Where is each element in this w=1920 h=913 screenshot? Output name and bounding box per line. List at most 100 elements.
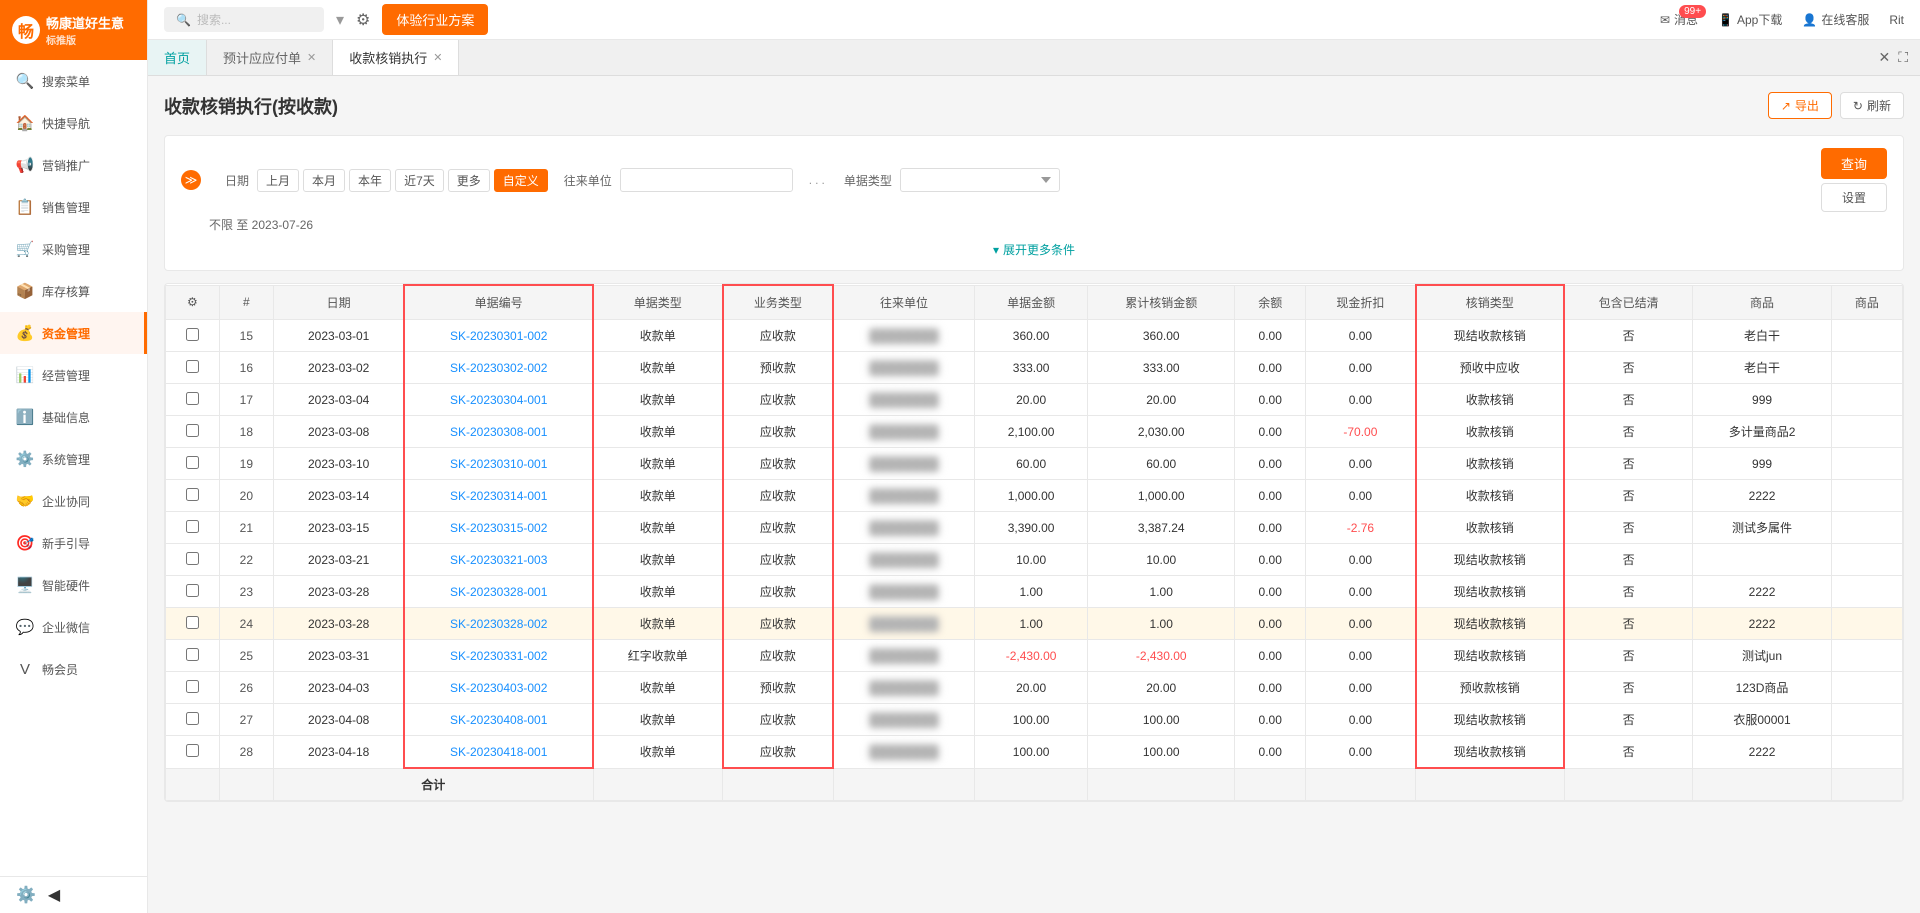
tab-collection-close[interactable]: ✕ xyxy=(433,51,442,64)
sidebar-item-wechat[interactable]: 💬 企业微信 xyxy=(0,606,147,648)
counterpart-label: 往来单位 xyxy=(564,172,612,189)
sidebar-item-search[interactable]: 🔍 搜索菜单 xyxy=(0,60,147,102)
voucher-no-link[interactable]: SK-20230310-001 xyxy=(450,457,547,471)
sidebar-item-marketing[interactable]: 📢 营销推广 xyxy=(0,144,147,186)
td-date: 2023-03-28 xyxy=(273,576,404,608)
td-amount: 20.00 xyxy=(974,384,1087,416)
date-btn-custom[interactable]: 自定义 xyxy=(494,169,548,192)
settings-gear-icon[interactable]: ⚙ xyxy=(187,295,198,309)
tab-home[interactable]: 首页 xyxy=(148,40,207,75)
td-checkbox[interactable] xyxy=(166,672,220,704)
voucher-no-link[interactable]: SK-20230403-002 xyxy=(450,681,547,695)
td-checkbox[interactable] xyxy=(166,640,220,672)
td-writeoff-type: 现结收款核销 xyxy=(1416,576,1564,608)
voucher-no-link[interactable]: SK-20230304-001 xyxy=(450,393,547,407)
voucher-no-link[interactable]: SK-20230302-002 xyxy=(450,361,547,375)
td-included: 否 xyxy=(1564,704,1693,736)
sidebar-label-operations: 经营管理 xyxy=(42,367,90,384)
filter-collapse-btn[interactable]: ≫ xyxy=(181,170,201,190)
th-date: 日期 xyxy=(273,285,404,320)
filter-counterpart: 往来单位 xyxy=(564,168,793,192)
td-checkbox[interactable] xyxy=(166,544,220,576)
voucher-no-link[interactable]: SK-20230308-001 xyxy=(450,425,547,439)
sidebar-item-operations[interactable]: 📊 经营管理 xyxy=(0,354,147,396)
td-checkbox[interactable] xyxy=(166,480,220,512)
app-download-btn[interactable]: 📱 App下载 xyxy=(1718,11,1782,28)
td-date: 2023-03-21 xyxy=(273,544,404,576)
dropdown-arrow[interactable]: ▾ xyxy=(336,10,344,30)
sidebar-item-enterprise[interactable]: 🤝 企业协同 xyxy=(0,480,147,522)
tab-bar: 首页 预计应应付单 ✕ 收款核销执行 ✕ ✕ ⛶ xyxy=(148,40,1920,76)
sidebar-item-finance[interactable]: 💰 资金管理 xyxy=(0,312,147,354)
th-settings[interactable]: ⚙ xyxy=(166,285,220,320)
table-row: 23 2023-03-28 SK-20230328-001 收款单 应收款 ██… xyxy=(166,576,1903,608)
date-btn-this-year[interactable]: 本年 xyxy=(349,169,391,192)
td-checkbox[interactable] xyxy=(166,448,220,480)
td-voucher-no: SK-20230403-002 xyxy=(404,672,593,704)
industry-btn[interactable]: 体验行业方案 xyxy=(382,4,488,35)
top-search-box[interactable]: 🔍 搜索... xyxy=(164,7,324,32)
voucher-no-link[interactable]: SK-20230408-001 xyxy=(450,713,547,727)
sidebar-item-member[interactable]: V 畅会员 xyxy=(0,648,147,690)
td-writeoff-type: 收款核销 xyxy=(1416,416,1564,448)
expand-btn[interactable]: ▾ 展开更多条件 xyxy=(993,241,1075,258)
sidebar-item-purchase[interactable]: 🛒 采购管理 xyxy=(0,228,147,270)
td-counterpart: ████████ xyxy=(833,320,974,352)
counterpart-input[interactable] xyxy=(620,168,793,192)
sidebar-settings-icon[interactable]: ⚙️ xyxy=(16,885,36,905)
sidebar-item-system[interactable]: ⚙️ 系统管理 xyxy=(0,438,147,480)
sidebar-item-hardware[interactable]: 🖥️ 智能硬件 xyxy=(0,564,147,606)
td-checkbox[interactable] xyxy=(166,704,220,736)
setting-btn[interactable]: 设置 xyxy=(1821,183,1887,212)
settings-icon-top[interactable]: ⚙ xyxy=(356,10,370,30)
voucher-no-link[interactable]: SK-20230321-003 xyxy=(450,553,547,567)
sidebar-label-basic: 基础信息 xyxy=(42,409,90,426)
tab-expand[interactable]: ⛶ xyxy=(1898,49,1908,66)
counterpart-blurred: ████████ xyxy=(870,745,938,759)
voucher-no-link[interactable]: SK-20230418-001 xyxy=(450,745,547,759)
sidebar-item-guide[interactable]: 🎯 新手引导 xyxy=(0,522,147,564)
customer-service-btn[interactable]: 👤 在线客服 xyxy=(1802,11,1869,28)
sidebar-item-basic[interactable]: ℹ️ 基础信息 xyxy=(0,396,147,438)
date-btn-7days[interactable]: 近7天 xyxy=(395,169,444,192)
td-cash-discount: 0.00 xyxy=(1306,448,1416,480)
td-checkbox[interactable] xyxy=(166,512,220,544)
td-checkbox[interactable] xyxy=(166,736,220,769)
tab-close-all[interactable]: ✕ xyxy=(1878,49,1890,66)
td-checkbox[interactable] xyxy=(166,320,220,352)
export-btn[interactable]: ↗ 导出 xyxy=(1768,92,1832,119)
voucher-no-link[interactable]: SK-20230301-002 xyxy=(450,329,547,343)
sidebar-collapse-icon[interactable]: ◀ xyxy=(48,885,60,905)
voucher-no-link[interactable]: SK-20230331-002 xyxy=(450,649,547,663)
td-product1: 衣服00001 xyxy=(1693,704,1832,736)
td-amount: 1.00 xyxy=(974,608,1087,640)
td-checkbox[interactable] xyxy=(166,576,220,608)
tab-receivable-close[interactable]: ✕ xyxy=(307,51,316,64)
td-counterpart: ████████ xyxy=(833,352,974,384)
sidebar-item-inventory[interactable]: 📦 库存核算 xyxy=(0,270,147,312)
voucher-type-select[interactable] xyxy=(900,168,1060,192)
td-voucher-type: 收款单 xyxy=(593,512,723,544)
sidebar-item-sales[interactable]: 📋 销售管理 xyxy=(0,186,147,228)
voucher-no-link[interactable]: SK-20230328-002 xyxy=(450,617,547,631)
date-btn-last-month[interactable]: 上月 xyxy=(257,169,299,192)
tab-collection[interactable]: 收款核销执行 ✕ xyxy=(333,40,459,75)
date-btn-this-month[interactable]: 本月 xyxy=(303,169,345,192)
td-date: 2023-03-15 xyxy=(273,512,404,544)
td-balance: 0.00 xyxy=(1235,416,1306,448)
td-checkbox[interactable] xyxy=(166,416,220,448)
refresh-btn[interactable]: ↻ 刷新 xyxy=(1840,92,1904,119)
td-checkbox[interactable] xyxy=(166,608,220,640)
sidebar-item-quicknav[interactable]: 🏠 快捷导航 xyxy=(0,102,147,144)
tab-receivable[interactable]: 预计应应付单 ✕ xyxy=(207,40,333,75)
voucher-no-link[interactable]: SK-20230315-002 xyxy=(450,521,547,535)
voucher-no-link[interactable]: SK-20230314-001 xyxy=(450,489,547,503)
summary-row: 合计 xyxy=(166,768,1903,801)
query-btn[interactable]: 查询 xyxy=(1821,148,1887,179)
td-checkbox[interactable] xyxy=(166,384,220,416)
message-btn[interactable]: ✉ 消息 99+ xyxy=(1660,11,1698,28)
member-icon: V xyxy=(16,660,34,678)
date-btn-more[interactable]: 更多 xyxy=(448,169,490,192)
voucher-no-link[interactable]: SK-20230328-001 xyxy=(450,585,547,599)
td-checkbox[interactable] xyxy=(166,352,220,384)
